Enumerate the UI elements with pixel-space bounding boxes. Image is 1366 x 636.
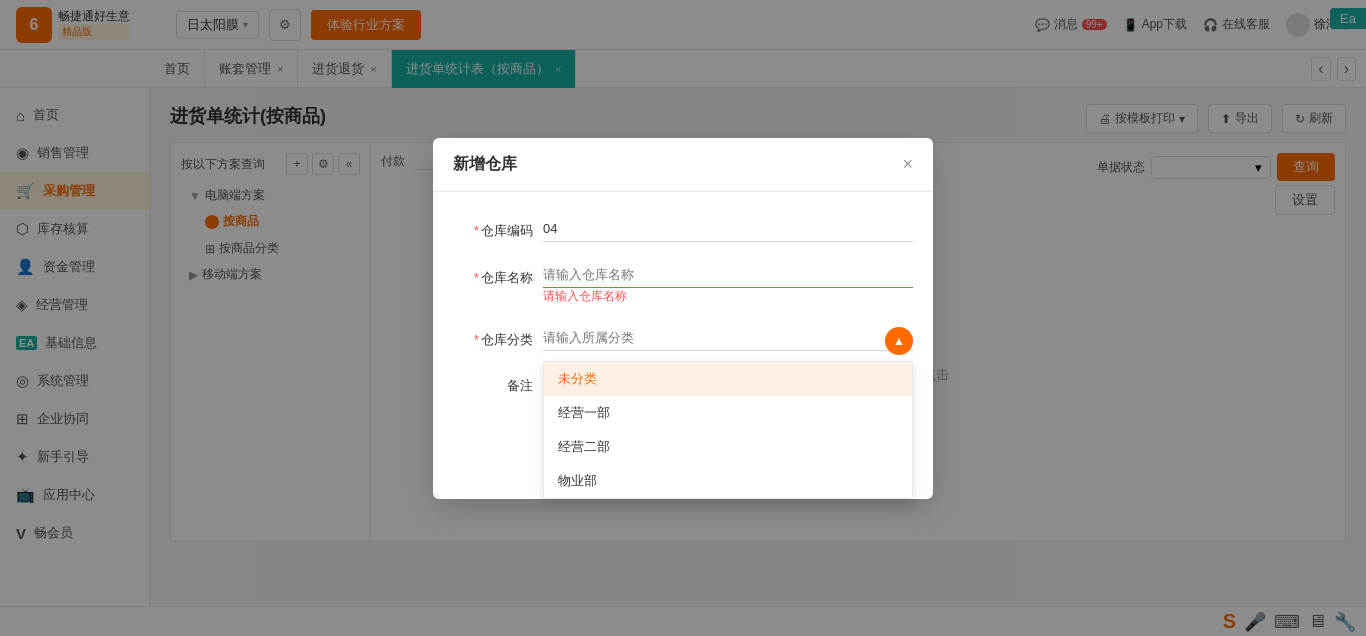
warehouse-name-input[interactable] (543, 262, 913, 288)
warehouse-name-row: 仓库名称 请输入仓库名称 (453, 262, 913, 305)
category-dropdown-list: 未分类 经营一部 经营二部 物业部 (543, 361, 913, 499)
modal-close-button[interactable]: × (902, 154, 913, 175)
warehouse-name-error: 请输入仓库名称 (543, 288, 627, 305)
warehouse-category-select[interactable]: ▲ 未分类 经营一部 经营二部 物业部 (543, 325, 913, 351)
dropdown-item-operation2[interactable]: 经营二部 (544, 430, 912, 464)
modal-title: 新增仓库 (453, 154, 517, 175)
warehouse-code-row: 仓库编码 (453, 216, 913, 242)
warehouse-category-label: 仓库分类 (453, 325, 543, 349)
warehouse-name-label: 仓库名称 (453, 263, 543, 287)
modal-header: 新增仓库 × (433, 138, 933, 192)
dropdown-item-operation1[interactable]: 经营一部 (544, 396, 912, 430)
category-dropdown-toggle[interactable]: ▲ (885, 327, 913, 355)
remark-label: 备注 (453, 371, 543, 395)
modal-overlay[interactable]: 新增仓库 × 仓库编码 仓库名称 请输入仓库名称 仓库分类 (0, 0, 1366, 636)
warehouse-code-input[interactable] (543, 216, 913, 242)
dropdown-item-uncategorized[interactable]: 未分类 (544, 362, 912, 396)
modal-add-warehouse: 新增仓库 × 仓库编码 仓库名称 请输入仓库名称 仓库分类 (433, 138, 933, 499)
warehouse-category-input[interactable] (543, 325, 913, 351)
warehouse-code-label: 仓库编码 (453, 216, 543, 240)
dropdown-item-property[interactable]: 物业部 (544, 464, 912, 498)
warehouse-category-row: 仓库分类 ▲ 未分类 经营一部 经营二部 物业部 (453, 325, 913, 351)
modal-body: 仓库编码 仓库名称 请输入仓库名称 仓库分类 ▲ (433, 192, 933, 441)
